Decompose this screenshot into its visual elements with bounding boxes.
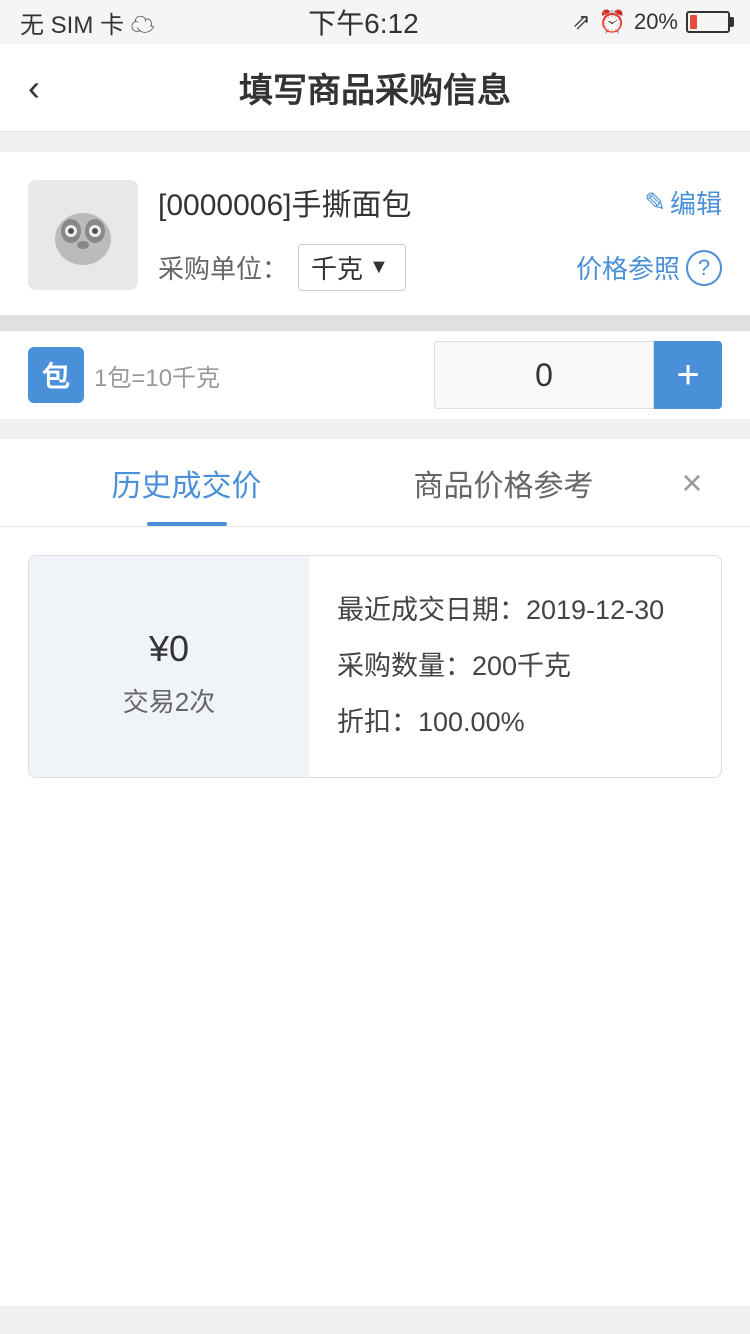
unit-box: 包 [28, 347, 84, 403]
help-icon: ? [686, 250, 722, 286]
recent-date-row: 最近成交日期：2019-12-30 [337, 592, 693, 630]
back-button[interactable]: ‹ [28, 67, 40, 109]
quantity-plus-button[interactable]: + [654, 341, 722, 409]
section-divider [0, 315, 750, 331]
status-bar: 无 SIM 卡 ☁ 下午6:12 ⇗ ⏰ 20% [0, 0, 750, 44]
product-name: [0000006]手撕面包 [158, 180, 411, 224]
battery-icon [686, 11, 730, 33]
unit-value: 千克 [311, 249, 363, 286]
quantity-input-row: 0 + [434, 341, 722, 409]
recent-date-value: 2019-12-30 [526, 595, 664, 625]
transaction-count: 交易2次 [123, 682, 215, 719]
purchase-qty-label: 采购数量： [337, 651, 472, 681]
edit-icon: ✎ [644, 187, 666, 218]
history-price-value: ¥0 [149, 614, 189, 674]
nav-bar: ‹ 填写商品采购信息 [0, 44, 750, 132]
status-time: 下午6:12 [308, 2, 419, 42]
dropdown-icon: ▼ [369, 256, 389, 279]
unit-note: 1包=10千克 [94, 358, 220, 393]
edit-label: 编辑 [670, 184, 722, 221]
tab-close-button[interactable]: × [662, 453, 722, 513]
history-detail-section: 最近成交日期：2019-12-30 采购数量：200千克 折扣：100.00% [309, 556, 721, 777]
purchase-qty-row: 采购数量：200千克 [337, 648, 693, 686]
status-right: ⇗ ⏰ 20% [572, 9, 730, 35]
bottom-fill [0, 806, 750, 1306]
page-title: 填写商品采购信息 [239, 63, 511, 112]
discount-row: 折扣：100.00% [337, 704, 693, 742]
battery-percent: 20% [634, 9, 678, 35]
location-icon: ⇗ [572, 9, 590, 35]
history-card: ¥0 交易2次 最近成交日期：2019-12-30 采购数量：200千克 折扣：… [28, 555, 722, 778]
purchase-qty-value: 200千克 [472, 651, 571, 681]
product-image [28, 180, 138, 290]
tab-history-price[interactable]: 历史成交价 [28, 439, 345, 526]
discount-label: 折扣： [337, 707, 418, 737]
price-reference-button[interactable]: 价格参照 ? [576, 249, 722, 286]
quantity-row: 包 1包=10千克 0 + [0, 331, 750, 419]
discount-value: 100.00% [418, 707, 525, 737]
currency-symbol: ¥ [149, 628, 169, 669]
price-ref-label: 价格参照 [576, 249, 680, 286]
recent-date-label: 最近成交日期： [337, 595, 526, 625]
product-info: [0000006]手撕面包 ✎ 编辑 采购单位： 千克 ▼ 价格参照 ? [158, 180, 722, 291]
product-card: [0000006]手撕面包 ✎ 编辑 采购单位： 千克 ▼ 价格参照 ? [0, 152, 750, 315]
tabs-header: 历史成交价 商品价格参考 × [0, 439, 750, 527]
unit-label: 采购单位： 千克 ▼ [158, 244, 406, 291]
status-left: 无 SIM 卡 ☁ [20, 5, 155, 40]
tab-history-label: 历史成交价 [112, 461, 262, 505]
tab-content: ¥0 交易2次 最近成交日期：2019-12-30 采购数量：200千克 折扣：… [0, 527, 750, 806]
unit-select[interactable]: 千克 ▼ [298, 244, 406, 291]
tab-active-indicator [147, 522, 227, 526]
quantity-input[interactable]: 0 [434, 341, 654, 409]
sim-label: 无 SIM 卡 ☁ [20, 5, 155, 40]
tabs-section: 历史成交价 商品价格参考 × ¥0 交易2次 最近成交日期：2019-12-30… [0, 439, 750, 806]
quantity-unit-info: 包 1包=10千克 [28, 347, 220, 403]
history-price-section: ¥0 交易2次 [29, 556, 309, 777]
tab-product-label: 商品价格参考 [414, 461, 594, 505]
tab-product-price[interactable]: 商品价格参考 [345, 439, 662, 526]
alarm-icon: ⏰ [599, 9, 626, 35]
price-number: 0 [169, 628, 189, 669]
edit-button[interactable]: ✎ 编辑 [644, 184, 722, 221]
